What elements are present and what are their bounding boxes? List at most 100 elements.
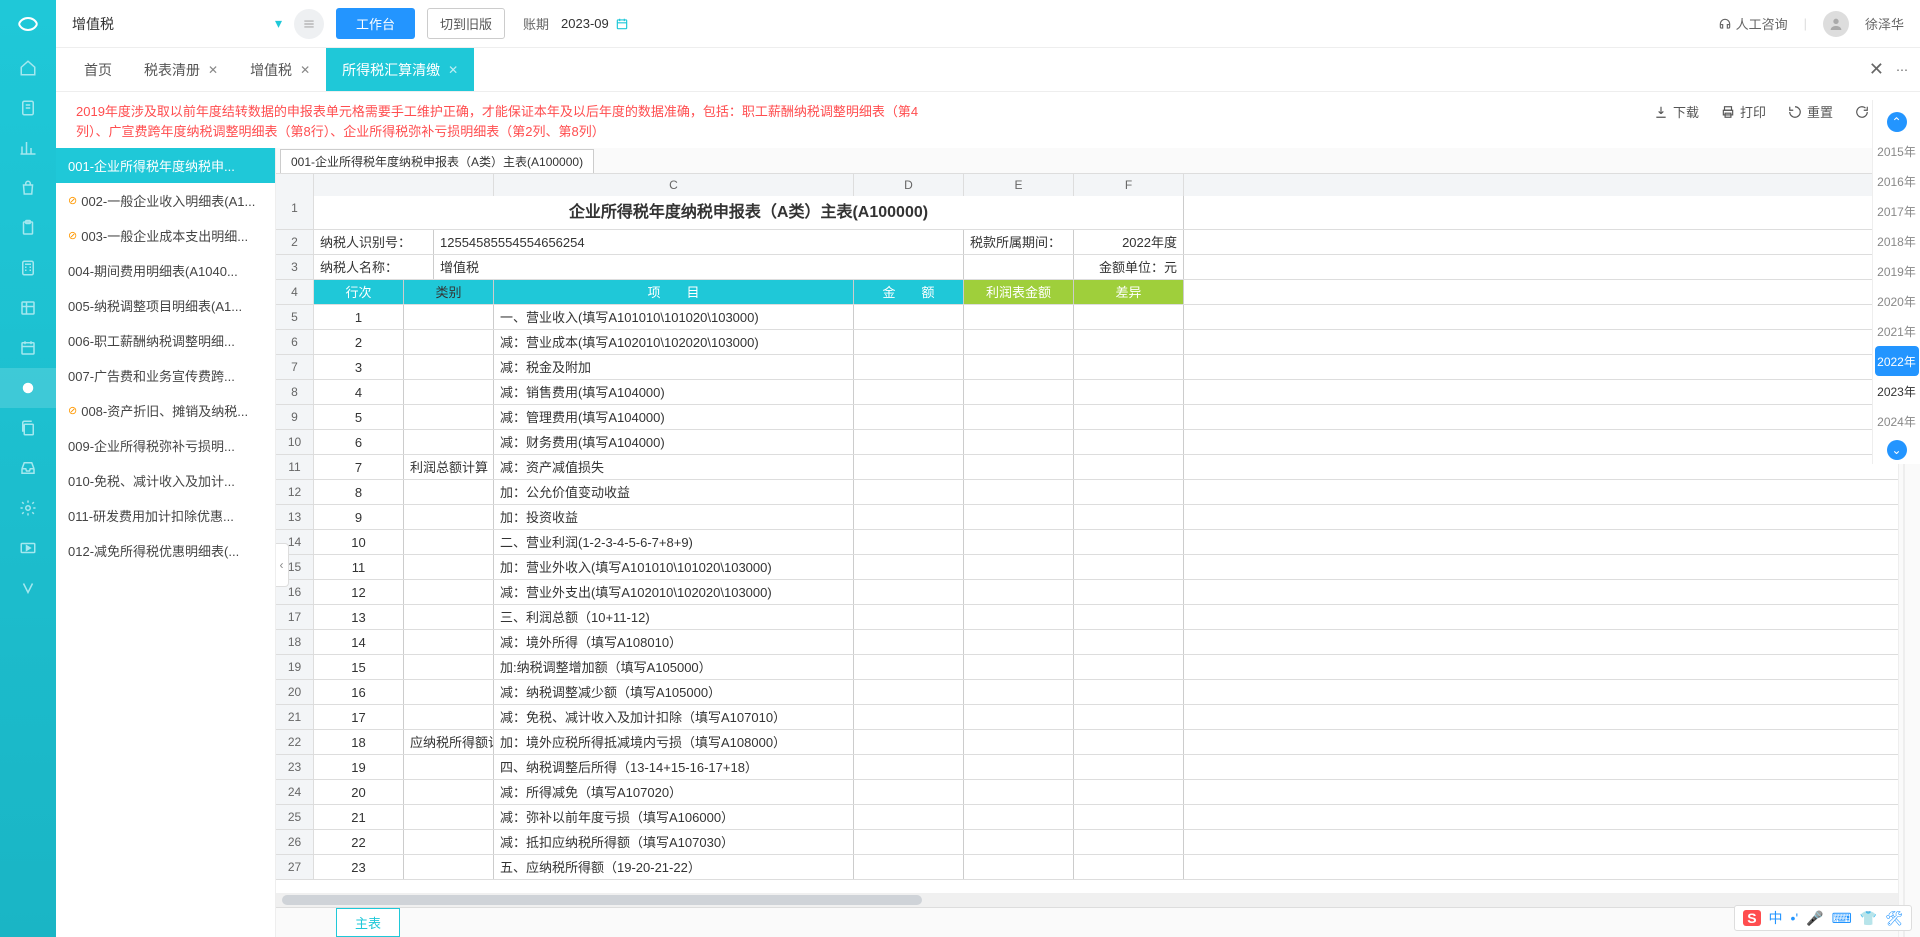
ime-skin-icon: 👕 — [1860, 910, 1877, 927]
form-nav-item[interactable]: ⊘003-一般企业成本支出明细... — [56, 218, 275, 253]
table-row[interactable]: 2218应纳税所得额计算加：境外应税所得抵减境内亏损（填写A108000） — [276, 730, 1898, 755]
form-nav-item[interactable]: 010-免税、减计收入及加计... — [56, 463, 275, 498]
form-nav-item[interactable]: 001-企业所得税年度纳税申... — [56, 148, 275, 183]
ime-keyboard-icon: ⌨ — [1832, 910, 1852, 927]
form-nav-item[interactable]: 011-研发费用加计扣除优惠... — [56, 498, 275, 533]
ime-punct-icon: •' — [1791, 910, 1799, 926]
year-button[interactable]: 2021年 — [1875, 316, 1919, 346]
consult-link[interactable]: 人工咨询 — [1718, 14, 1788, 33]
table-row[interactable]: 95减：管理费用(填写A104000) — [276, 405, 1898, 430]
tab-home[interactable]: 首页 — [68, 48, 128, 91]
table-row[interactable]: 117利润总额计算减：资产减值损失 — [276, 455, 1898, 480]
sheet-footer-tab[interactable]: 主表 — [336, 908, 400, 937]
form-nav-item[interactable]: 005-纳税调整项目明细表(A1... — [56, 288, 275, 323]
table-row[interactable]: 1915加:纳税调整增加额（填写A105000） — [276, 655, 1898, 680]
org-selector[interactable]: 增值税 ▾ — [72, 14, 282, 34]
nav-copy-icon[interactable] — [0, 408, 56, 448]
collapse-left-handle[interactable]: ‹ — [276, 543, 289, 587]
org-name: 增值税 — [72, 14, 114, 34]
app-logo[interactable] — [0, 0, 56, 48]
nav-settings-icon[interactable] — [0, 488, 56, 528]
nav-chart-icon[interactable] — [0, 128, 56, 168]
ime-bar[interactable]: S 中 •' 🎤 ⌨ 👕 🛠 — [1734, 905, 1912, 931]
download-button[interactable]: 下载 — [1654, 102, 1699, 121]
table-row[interactable]: 1713三、利润总额（10+11-12) — [276, 605, 1898, 630]
scroll-down-button[interactable]: ⌄ — [1887, 440, 1907, 460]
table-row[interactable]: 84减：销售费用(填写A104000) — [276, 380, 1898, 405]
workbench-button[interactable]: 工作台 — [336, 8, 415, 39]
table-row[interactable]: 51一、营业收入(填写A101010\101020\103000) — [276, 305, 1898, 330]
period-picker[interactable]: 2023-09 — [561, 16, 629, 31]
close-icon[interactable]: ✕ — [300, 63, 310, 77]
nav-form-icon[interactable] — [0, 288, 56, 328]
form-nav-item[interactable]: 007-广告费和业务宣传费跨... — [56, 358, 275, 393]
tab-tax-list[interactable]: 税表清册✕ — [128, 48, 234, 91]
table-row[interactable]: 1612减：营业外支出(填写A102010\102020\103000) — [276, 580, 1898, 605]
table-row[interactable]: 106减：财务费用(填写A104000) — [276, 430, 1898, 455]
table-row[interactable]: 1410二、营业利润(1-2-3-4-5-6-7+8+9) — [276, 530, 1898, 555]
nav-inbox-icon[interactable] — [0, 448, 56, 488]
close-icon[interactable]: ✕ — [448, 63, 458, 77]
tab-income-tax[interactable]: 所得税汇算清缴✕ — [326, 48, 474, 91]
ime-mic-icon: 🎤 — [1806, 910, 1823, 927]
spreadsheet[interactable]: 1企业所得税年度纳税申报表（A类）主表(A100000) 2 纳税人识别号： 1… — [276, 196, 1898, 893]
col-letter: E — [964, 174, 1074, 196]
h-scrollbar[interactable] — [276, 893, 1898, 907]
nav-video-icon[interactable] — [0, 528, 56, 568]
close-icon[interactable]: ✕ — [208, 63, 218, 77]
nav-home-icon[interactable] — [0, 48, 56, 88]
table-row[interactable]: 128加：公允价值变动收益 — [276, 480, 1898, 505]
nav-calc-icon[interactable] — [0, 248, 56, 288]
tab-more-button[interactable]: ⋯ — [1896, 63, 1908, 77]
nav-v-icon[interactable] — [0, 568, 56, 608]
table-row[interactable]: 62减：营业成本(填写A102010\102020\103000) — [276, 330, 1898, 355]
table-row[interactable]: 2521减：弥补以前年度亏损（填写A106000） — [276, 805, 1898, 830]
form-nav-item[interactable]: 006-职工薪酬纳税调整明细... — [56, 323, 275, 358]
year-button[interactable]: 2022年 — [1875, 346, 1919, 376]
nav-calendar-icon[interactable] — [0, 328, 56, 368]
scroll-up-button[interactable]: ⌃ — [1887, 112, 1907, 132]
nav-doc-icon[interactable] — [0, 88, 56, 128]
table-row[interactable]: 2016减：纳税调整减少额（填写A105000） — [276, 680, 1898, 705]
year-button[interactable]: 2019年 — [1875, 256, 1919, 286]
form-nav-item[interactable]: ⊘008-资产折旧、摊销及纳税... — [56, 393, 275, 428]
table-row[interactable]: 1511加：营业外收入(填写A101010\101020\103000) — [276, 555, 1898, 580]
reset-button[interactable]: 重置 — [1788, 102, 1833, 121]
year-button[interactable]: 2015年 — [1875, 136, 1919, 166]
page-tabs: 首页 税表清册✕ 增值税✕ 所得税汇算清缴✕ ✕ ⋯ — [56, 48, 1920, 92]
table-row[interactable]: 1814减：境外所得（填写A108010） — [276, 630, 1898, 655]
table-row[interactable]: 2319四、纳税调整后所得（13-14+15-16-17+18） — [276, 755, 1898, 780]
refresh-icon — [1855, 105, 1869, 119]
form-nav-item[interactable]: ⊘002-一般企业收入明细表(A1... — [56, 183, 275, 218]
nav-bag-icon[interactable] — [0, 168, 56, 208]
tab-vat[interactable]: 增值税✕ — [234, 48, 326, 91]
table-row[interactable]: 2420减：所得减免（填写A107020） — [276, 780, 1898, 805]
tab-close-button[interactable]: ✕ — [1869, 59, 1884, 80]
year-button[interactable]: 2024年 — [1875, 406, 1919, 436]
table-row[interactable]: 73减：税金及附加 — [276, 355, 1898, 380]
form-nav-item[interactable]: 012-减免所得税优惠明细表(... — [56, 533, 275, 568]
table-row[interactable]: 2622减：抵扣应纳税所得额（填写A107030） — [276, 830, 1898, 855]
table-row[interactable]: 2723五、应纳税所得额（19-20-21-22） — [276, 855, 1898, 880]
form-nav-item[interactable]: 004-期间费用明细表(A1040... — [56, 253, 275, 288]
menu-toggle-button[interactable] — [294, 9, 324, 39]
print-button[interactable]: 打印 — [1721, 102, 1766, 121]
year-button[interactable]: 2020年 — [1875, 286, 1919, 316]
year-button[interactable]: 2016年 — [1875, 166, 1919, 196]
year-button[interactable]: 2023年 — [1875, 376, 1919, 406]
nav-tax-icon[interactable] — [0, 368, 56, 408]
headset-icon — [1718, 17, 1732, 31]
avatar[interactable] — [1823, 11, 1849, 37]
warn-icon: ⊘ — [68, 229, 77, 242]
warn-icon: ⊘ — [68, 194, 77, 207]
table-row[interactable]: 2117减：免税、减计收入及加计扣除（填写A107010） — [276, 705, 1898, 730]
switch-old-button[interactable]: 切到旧版 — [427, 8, 505, 39]
table-row[interactable]: 139加：投资收益 — [276, 505, 1898, 530]
user-name[interactable]: 徐泽华 — [1865, 14, 1904, 33]
form-nav-item[interactable]: 009-企业所得税弥补亏损明... — [56, 428, 275, 463]
year-button[interactable]: 2018年 — [1875, 226, 1919, 256]
topbar: 增值税 ▾ 工作台 切到旧版 账期 2023-09 人工咨询 | — [56, 0, 1920, 48]
year-button[interactable]: 2017年 — [1875, 196, 1919, 226]
sheet-tab[interactable]: 001-企业所得税年度纳税申报表（A类）主表(A100000) — [280, 149, 594, 173]
nav-clipboard-icon[interactable] — [0, 208, 56, 248]
